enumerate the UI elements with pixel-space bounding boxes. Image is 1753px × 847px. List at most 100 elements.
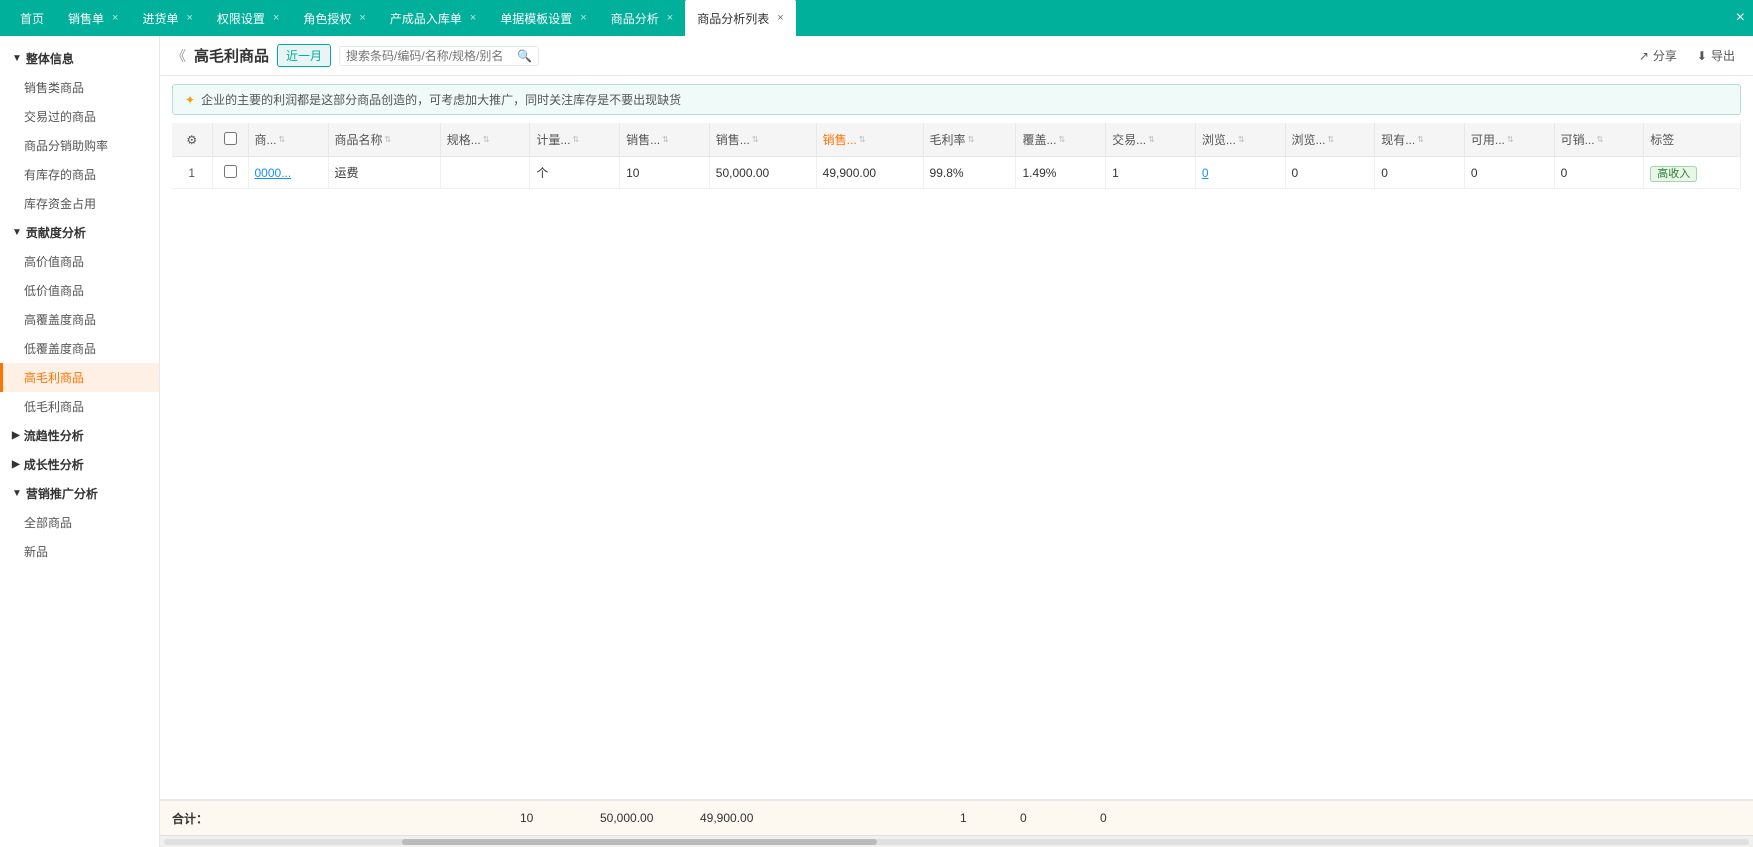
cell-browse1[interactable]: 0 xyxy=(1195,157,1285,189)
footer-browse2: 0 xyxy=(1092,811,1172,825)
row-checkbox[interactable] xyxy=(224,165,237,178)
th-name[interactable]: 商品名称 ⇅ xyxy=(328,123,440,157)
sort-icon-sales3: ⇅ xyxy=(859,135,866,144)
sort-icon-browse1: ⇅ xyxy=(1238,135,1245,144)
sort-icon-unit: ⇅ xyxy=(572,135,579,144)
horizontal-scrollbar[interactable] xyxy=(160,835,1753,847)
th-browse2[interactable]: 浏览... ⇅ xyxy=(1285,123,1375,157)
sidebar-group-growth-label: 成长性分析 xyxy=(24,456,84,473)
close-template-tab[interactable]: × xyxy=(580,12,586,24)
sort-icon-sales2: ⇅ xyxy=(752,135,759,144)
sidebar-item-distribution-rate[interactable]: 商品分销助购率 xyxy=(0,131,159,160)
sort-icon-transactions: ⇅ xyxy=(1148,135,1155,144)
th-unit[interactable]: 计量... ⇅ xyxy=(530,123,620,157)
th-available[interactable]: 可用... ⇅ xyxy=(1464,123,1554,157)
cell-sales2: 50,000.00 xyxy=(709,157,816,189)
settings-icon[interactable]: ⚙ xyxy=(186,133,197,147)
export-button[interactable]: ⬇ 导出 xyxy=(1691,45,1741,66)
sidebar-item-high-coverage[interactable]: 高覆盖度商品 xyxy=(0,305,159,334)
th-transactions[interactable]: 交易... ⇅ xyxy=(1106,123,1196,157)
close-product-inbound-tab[interactable]: × xyxy=(470,12,476,24)
select-all-checkbox[interactable] xyxy=(224,132,237,145)
sidebar-item-traded-goods[interactable]: 交易过的商品 xyxy=(0,102,159,131)
search-icon[interactable]: 🔍 xyxy=(517,49,532,63)
scroll-thumb xyxy=(402,839,878,845)
cell-sellable: 0 xyxy=(1554,157,1644,189)
share-button[interactable]: ↗ 分享 xyxy=(1633,45,1683,66)
footer-label: 合计： xyxy=(172,810,392,827)
cell-available: 0 xyxy=(1464,157,1554,189)
cell-transactions: 1 xyxy=(1106,157,1196,189)
footer-sales1: 10 xyxy=(512,811,592,825)
sort-icon-sales1: ⇅ xyxy=(662,135,669,144)
th-sales1[interactable]: 销售... ⇅ xyxy=(620,123,710,157)
sidebar-item-low-margin[interactable]: 低毛利商品 xyxy=(0,392,159,421)
th-spec[interactable]: 规格... ⇅ xyxy=(440,123,530,157)
table-header-row: ⚙ 商... ⇅ 商品名称 xyxy=(172,123,1741,157)
th-checkbox xyxy=(212,123,248,157)
sort-icon-coverage: ⇅ xyxy=(1058,135,1065,144)
th-coverage[interactable]: 覆盖... ⇅ xyxy=(1016,123,1106,157)
table-container: ⚙ 商... ⇅ 商品名称 xyxy=(160,123,1753,799)
nav-product-inbound[interactable]: 产成品入库单 × xyxy=(378,0,488,36)
sidebar-group-overall[interactable]: ▼ 整体信息 xyxy=(0,44,159,73)
footer-sales3: 49,900.00 xyxy=(692,811,792,825)
sidebar-item-new-goods[interactable]: 新品 xyxy=(0,537,159,566)
sidebar-item-stock-capital[interactable]: 库存资金占用 xyxy=(0,189,159,218)
search-input[interactable] xyxy=(346,49,517,63)
th-sellable[interactable]: 可销... ⇅ xyxy=(1554,123,1644,157)
nav-sales[interactable]: 销售单 × xyxy=(56,0,130,36)
cell-unit: 个 xyxy=(530,157,620,189)
share-icon: ↗ xyxy=(1639,49,1649,63)
sidebar-item-low-coverage[interactable]: 低覆盖度商品 xyxy=(0,334,159,363)
th-tag[interactable]: 标签 xyxy=(1644,123,1741,157)
cell-code[interactable]: 0000... xyxy=(248,157,328,189)
sidebar-collapse-button[interactable]: 《 xyxy=(172,46,186,66)
sidebar-item-low-value[interactable]: 低价值商品 xyxy=(0,276,159,305)
th-margin[interactable]: 毛利率 ⇅ xyxy=(923,123,1016,157)
th-browse1[interactable]: 浏览... ⇅ xyxy=(1195,123,1285,157)
th-current-stock[interactable]: 现有... ⇅ xyxy=(1375,123,1465,157)
sidebar-item-high-margin[interactable]: 高毛利商品 xyxy=(0,363,159,392)
info-icon: ✦ xyxy=(185,93,195,107)
th-code[interactable]: 商... ⇅ xyxy=(248,123,328,157)
sidebar-group-growth[interactable]: ▶ 成长性分析 xyxy=(0,450,159,479)
cell-checkbox xyxy=(212,157,248,189)
time-filter-last-month[interactable]: 近一月 xyxy=(277,44,331,67)
close-roles-tab[interactable]: × xyxy=(359,12,365,24)
cell-sales1: 10 xyxy=(620,157,710,189)
nav-product-analysis[interactable]: 商品分析 × xyxy=(599,0,685,36)
th-sales2[interactable]: 销售... ⇅ xyxy=(709,123,816,157)
sidebar-group-contribution[interactable]: ▼ 贡献度分析 xyxy=(0,218,159,247)
th-sales3[interactable]: 销售... ⇅ xyxy=(816,123,923,157)
nav-purchase[interactable]: 进货单 × xyxy=(130,0,204,36)
sidebar-group-trend-label: 流趋性分析 xyxy=(24,427,84,444)
close-purchase-tab[interactable]: × xyxy=(186,12,192,24)
nav-permissions[interactable]: 权限设置 × xyxy=(205,0,291,36)
scroll-track xyxy=(164,839,1749,845)
page-title: 高毛利商品 xyxy=(194,45,269,66)
close-sales-tab[interactable]: × xyxy=(112,12,118,24)
th-settings[interactable]: ⚙ xyxy=(172,123,212,157)
close-permissions-tab[interactable]: × xyxy=(273,12,279,24)
nav-template-settings[interactable]: 单据模板设置 × xyxy=(488,0,598,36)
nav-home[interactable]: 首页 xyxy=(8,0,56,36)
sort-icon-browse2: ⇅ xyxy=(1328,135,1335,144)
top-navigation: 首页 销售单 × 进货单 × 权限设置 × 角色授权 × 产成品入库单 × 单据… xyxy=(0,0,1753,36)
sidebar-item-stock-goods[interactable]: 有库存的商品 xyxy=(0,160,159,189)
nav-product-analysis-list[interactable]: 商品分析列表 × xyxy=(685,0,795,36)
close-product-analysis-tab[interactable]: × xyxy=(667,12,673,24)
nav-roles[interactable]: 角色授权 × xyxy=(291,0,377,36)
product-table: ⚙ 商... ⇅ 商品名称 xyxy=(172,123,1741,189)
sidebar-item-all-goods[interactable]: 全部商品 xyxy=(0,508,159,537)
cell-num: 1 xyxy=(172,157,212,189)
sidebar-item-sales-goods[interactable]: 销售类商品 xyxy=(0,73,159,102)
close-window-button[interactable]: × xyxy=(1736,9,1745,27)
close-product-analysis-list-tab[interactable]: × xyxy=(777,12,783,24)
sidebar-group-trend[interactable]: ▶ 流趋性分析 xyxy=(0,421,159,450)
cell-sales3: 49,900.00 xyxy=(816,157,923,189)
table-row: 1 0000... 运费 个 10 50,000.00 49,900.00 99… xyxy=(172,157,1741,189)
sidebar: ▼ 整体信息 销售类商品 交易过的商品 商品分销助购率 有库存的商品 库存资金占… xyxy=(0,36,160,847)
sidebar-group-marketing[interactable]: ▼ 营销推广分析 xyxy=(0,479,159,508)
sidebar-item-high-value[interactable]: 高价值商品 xyxy=(0,247,159,276)
